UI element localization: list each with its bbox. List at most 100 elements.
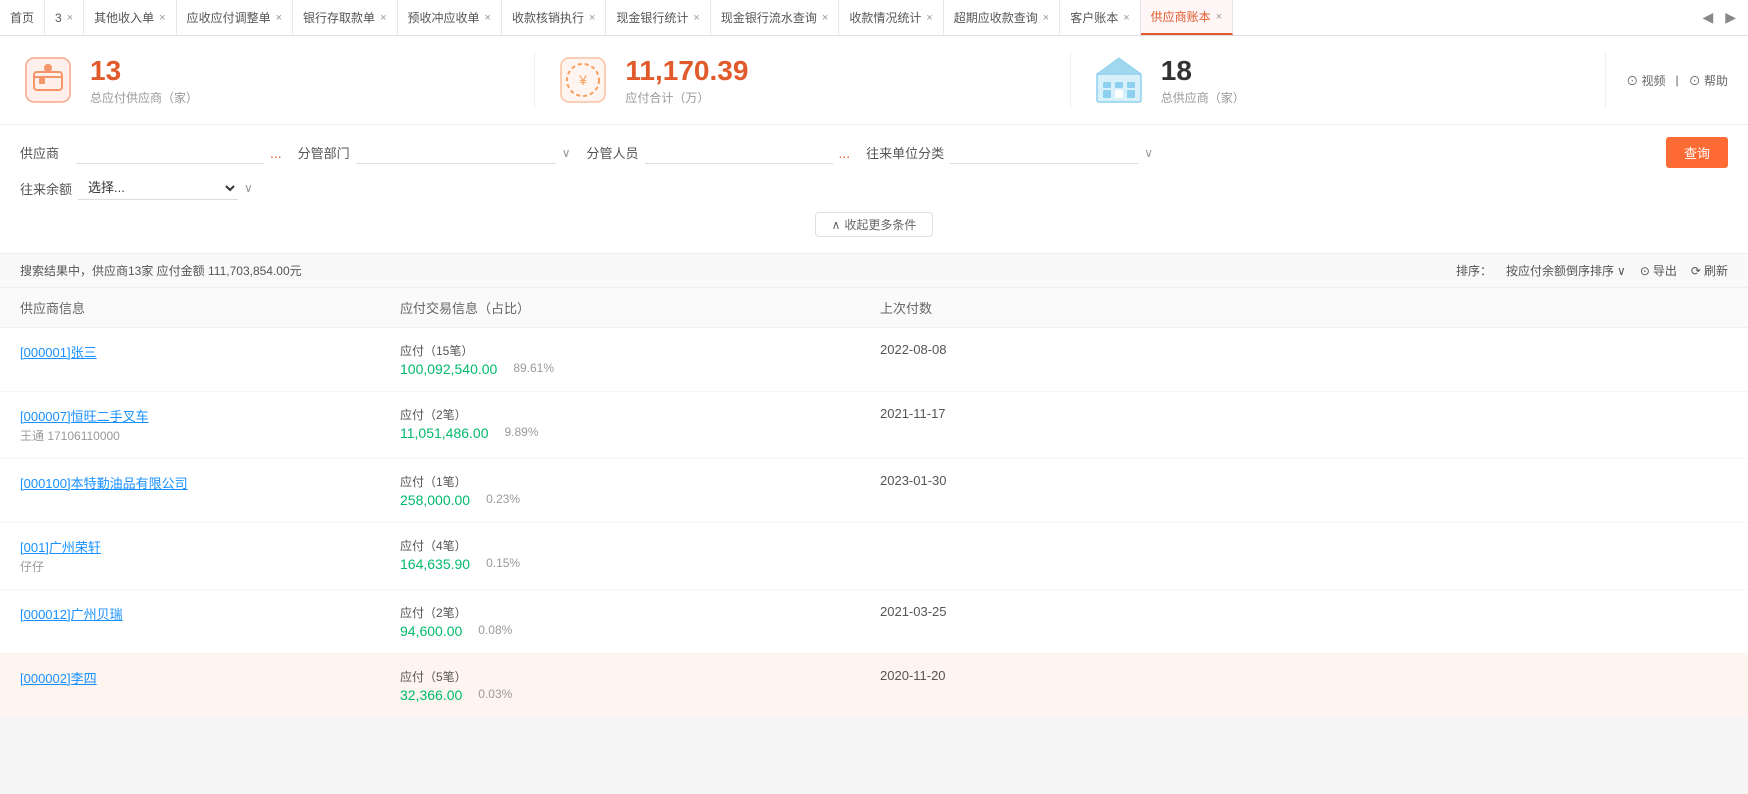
link-divider: |: [1676, 73, 1679, 87]
sort-text: 按应付余额倒序排序: [1506, 262, 1614, 279]
supplier-info-cell: [000001]张三: [20, 342, 400, 361]
transaction-info-cell: 应付（2笔） 11,051,486.00 9.89%: [400, 406, 880, 441]
total-supplier-icon: [1091, 52, 1147, 108]
nav-tab-home[interactable]: 首页: [0, 0, 45, 35]
nav-tab-other-income[interactable]: 其他收入单 ×: [84, 0, 176, 35]
nav-tab-customer-ledger[interactable]: 客户账本 ×: [1060, 0, 1140, 35]
refresh-button[interactable]: ⟳ 刷新: [1691, 262, 1728, 279]
sort-button[interactable]: 按应付余额倒序排序 ∨: [1506, 262, 1626, 279]
person-ellipsis-btn[interactable]: ...: [839, 145, 851, 161]
last-payment-date: 2022-08-08: [880, 342, 947, 357]
nav-tab-cash-bank-stat[interactable]: 现金银行统计 ×: [606, 0, 710, 35]
balance-filter-select[interactable]: 选择... 全部 有余额 无余额: [78, 176, 238, 200]
nav-tab-supplier-ledger[interactable]: 供应商账本 ×: [1141, 0, 1233, 35]
close-icon[interactable]: ×: [926, 12, 932, 24]
filter-supplier: 供应商 ...: [20, 142, 282, 164]
close-icon[interactable]: ×: [276, 12, 282, 24]
col-header-supplier-info: 供应商信息: [20, 298, 400, 317]
transaction-label: 应付（1笔）: [400, 473, 880, 490]
next-tab-button[interactable]: ▶: [1719, 7, 1742, 28]
nav-tab-ar-ap-adjust[interactable]: 应收应付调整单 ×: [177, 0, 293, 35]
nav-tab-bank-deposit[interactable]: 银行存取款单 ×: [293, 0, 397, 35]
close-icon[interactable]: ×: [1043, 12, 1049, 24]
sort-label: 排序：: [1456, 262, 1492, 279]
close-icon[interactable]: ×: [1216, 11, 1222, 23]
nav-tab-prepay-ar[interactable]: 预收冲应收单 ×: [398, 0, 502, 35]
card2-number: 11,170.39: [625, 55, 748, 87]
transaction-info-cell: 应付（15笔） 100,092,540.00 89.61%: [400, 342, 880, 377]
dept-dropdown-icon[interactable]: ∨: [562, 146, 571, 160]
supplier-link[interactable]: [000001]张三: [20, 342, 400, 361]
table-row: [001]广州荣轩 仔仔 应付（4笔） 164,635.90 0.15%: [0, 523, 1748, 590]
transaction-pct: 9.89%: [505, 425, 539, 439]
transaction-amount: 32,366.00: [400, 687, 462, 703]
transaction-pct: 0.15%: [486, 556, 520, 570]
results-summary-text: 搜索结果中，供应商13家 应付金额 111,703,854.00元: [20, 262, 302, 279]
nav-tab-overdue-ar[interactable]: 超期应收款查询 ×: [944, 0, 1060, 35]
supplier-link[interactable]: [000002]李四: [20, 668, 400, 687]
last-payment-date: 2021-11-17: [880, 406, 946, 421]
close-icon[interactable]: ×: [159, 12, 165, 24]
supplier-contact: 王通 17106110000: [20, 427, 400, 444]
supplier-link[interactable]: [000007]恒旺二手叉车: [20, 406, 400, 425]
transaction-label: 应付（4笔）: [400, 537, 880, 554]
balance-dropdown-icon[interactable]: ∨: [244, 181, 253, 195]
payable-total-icon: ¥: [555, 52, 611, 108]
card1-info: 13 总应付供应商（家）: [90, 55, 198, 106]
refresh-icon: ⟳: [1691, 264, 1701, 278]
export-label: 导出: [1653, 262, 1677, 279]
dept-filter-input[interactable]: [356, 142, 556, 164]
results-right-controls: 排序： 按应付余额倒序排序 ∨ ⊙ 导出 ⟳ 刷新: [1456, 262, 1728, 279]
filter-row-2: 往来余额 选择... 全部 有余额 无余额 ∨: [20, 176, 1728, 200]
close-icon[interactable]: ×: [380, 12, 386, 24]
query-button[interactable]: 查询: [1666, 137, 1728, 168]
transaction-label: 应付（2笔）: [400, 406, 880, 423]
person-filter-input[interactable]: [645, 142, 833, 164]
filter-dept: 分管部门 ∨: [298, 142, 571, 164]
close-icon[interactable]: ×: [589, 12, 595, 24]
nav-tab-3[interactable]: 3 ×: [45, 0, 84, 35]
summary-area: 13 总应付供应商（家） ¥ 11,170.39 应付合计（万）: [0, 36, 1748, 125]
supplier-ellipsis-btn[interactable]: ...: [270, 145, 282, 161]
unit-type-filter-input[interactable]: [950, 142, 1138, 164]
nav-tab-receipt-stat[interactable]: 收款情况统计 ×: [839, 0, 943, 35]
table-row: [000001]张三 应付（15笔） 100,092,540.00 89.61%…: [0, 328, 1748, 392]
supplier-info-cell: [000002]李四: [20, 668, 400, 687]
supplier-link[interactable]: [000012]广州贝瑞: [20, 604, 400, 623]
export-button[interactable]: ⊙ 导出: [1640, 262, 1677, 279]
transaction-amount: 94,600.00: [400, 623, 462, 639]
video-link[interactable]: ⊙ 视频: [1626, 72, 1665, 89]
last-payment-cell: 2020-11-20: [880, 668, 1728, 683]
table-row: [000002]李四 应付（5笔） 32,366.00 0.03% 2020-1…: [0, 654, 1748, 718]
table-header: 供应商信息 应付交易信息（占比） 上次付数: [0, 288, 1748, 328]
filter-row-1: 供应商 ... 分管部门 ∨ 分管人员 ... 往来单位分类 ∨ 查询: [20, 137, 1728, 168]
transaction-amount: 11,051,486.00: [400, 425, 489, 441]
summary-card-payable-total: ¥ 11,170.39 应付合计（万）: [555, 52, 1070, 108]
collapse-button[interactable]: ∧ 收起更多条件: [815, 212, 934, 237]
dept-filter-label: 分管部门: [298, 143, 350, 162]
close-icon[interactable]: ×: [693, 12, 699, 24]
close-icon[interactable]: ×: [485, 12, 491, 24]
table-row: [000100]本特勤油品有限公司 应付（1笔） 258,000.00 0.23…: [0, 459, 1748, 523]
prev-tab-button[interactable]: ◀: [1696, 7, 1719, 28]
summary-card-total-suppliers: 18 总供应商（家）: [1091, 52, 1606, 108]
supplier-link[interactable]: [001]广州荣轩: [20, 537, 400, 556]
close-icon[interactable]: ×: [1123, 12, 1129, 24]
nav-tab-cash-bank-flow[interactable]: 现金银行流水查询 ×: [711, 0, 839, 35]
card1-number: 13: [90, 55, 198, 87]
transaction-label: 应付（5笔）: [400, 668, 880, 685]
supplier-contact: 仔仔: [20, 558, 400, 575]
unit-type-dropdown-icon[interactable]: ∨: [1144, 146, 1153, 160]
card2-info: 11,170.39 应付合计（万）: [625, 55, 748, 106]
supplier-table: 供应商信息 应付交易信息（占比） 上次付数 [000001]张三 应付（15笔）…: [0, 288, 1748, 718]
card2-label: 应付合计（万）: [625, 89, 748, 106]
last-payment-date: 2023-01-30: [880, 473, 947, 488]
filter-person: 分管人员 ...: [586, 142, 850, 164]
close-icon[interactable]: ×: [822, 12, 828, 24]
help-link[interactable]: ⊙ 帮助: [1689, 72, 1728, 89]
nav-tab-receipt-verify[interactable]: 收款核销执行 ×: [502, 0, 606, 35]
supplier-filter-input[interactable]: [76, 142, 264, 164]
close-icon[interactable]: ×: [67, 12, 73, 24]
supplier-link[interactable]: [000100]本特勤油品有限公司: [20, 473, 400, 492]
transaction-info-cell: 应付（2笔） 94,600.00 0.08%: [400, 604, 880, 639]
